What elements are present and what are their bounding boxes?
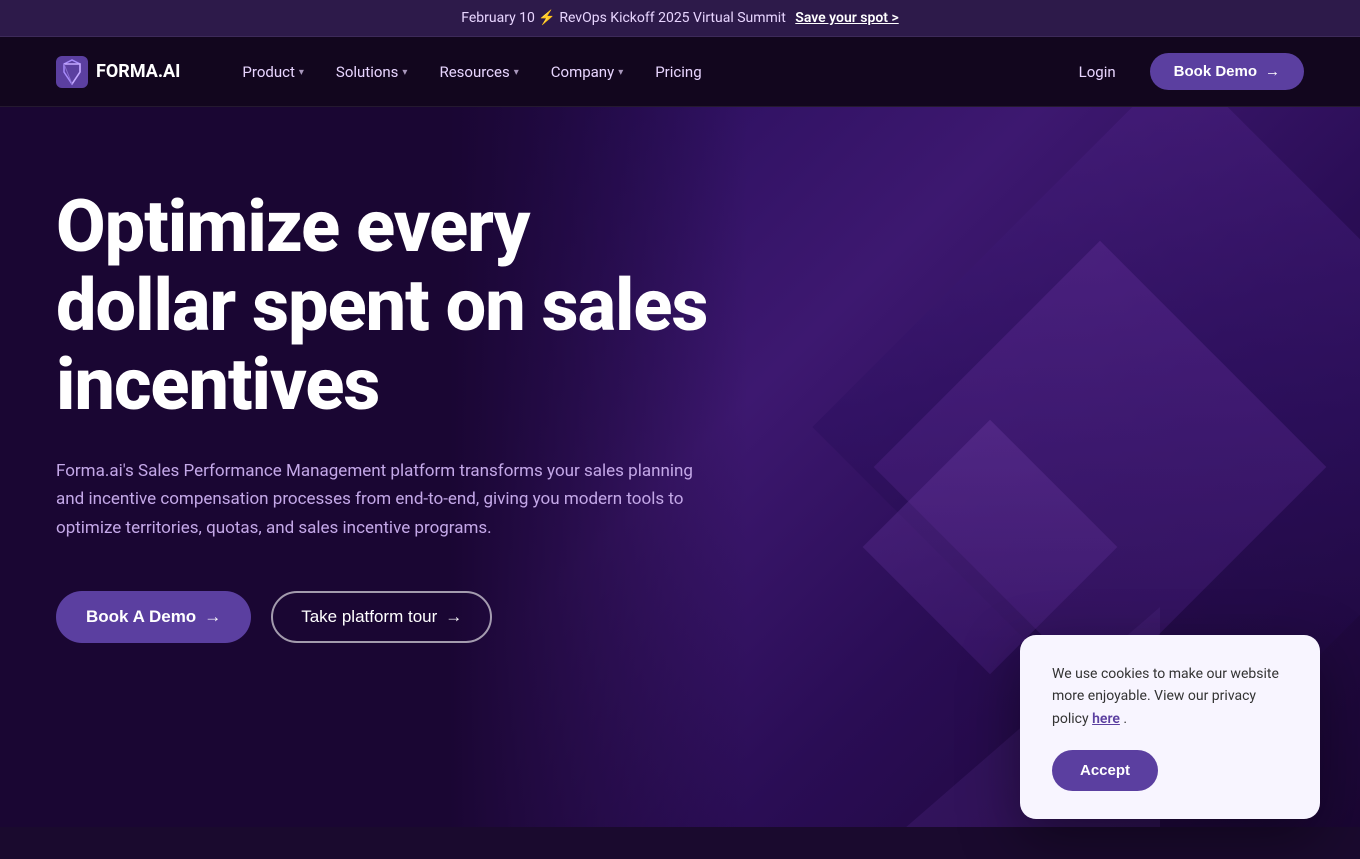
book-a-demo-button[interactable]: Book A Demo → <box>56 591 251 643</box>
login-button[interactable]: Login <box>1065 55 1130 89</box>
hero-subtitle: Forma.ai's Sales Performance Management … <box>56 457 696 544</box>
cookie-accept-button[interactable]: Accept <box>1052 750 1158 791</box>
chevron-down-icon: ▾ <box>514 67 519 78</box>
navbar: FORMA.AI Product ▾ Solutions ▾ Resources… <box>0 37 1360 107</box>
nav-item-pricing[interactable]: Pricing <box>641 55 715 89</box>
nav-item-product[interactable]: Product ▾ <box>228 55 317 89</box>
hero-buttons: Book A Demo → Take platform tour → <box>56 591 724 643</box>
logo[interactable]: FORMA.AI <box>56 56 180 88</box>
banner-cta[interactable]: Save your spot > <box>795 10 898 26</box>
logo-icon <box>56 56 88 88</box>
platform-tour-button[interactable]: Take platform tour → <box>271 591 492 643</box>
nav-item-solutions[interactable]: Solutions ▾ <box>322 55 422 89</box>
nav-links: Product ▾ Solutions ▾ Resources ▾ Compan… <box>228 55 1064 89</box>
book-demo-button[interactable]: Book Demo → <box>1150 53 1304 90</box>
lightning-icon: ⚡ <box>538 10 555 26</box>
cookie-text: We use cookies to make our website more … <box>1052 663 1288 730</box>
arrow-icon: → <box>1265 63 1280 80</box>
nav-item-resources[interactable]: Resources ▾ <box>425 55 532 89</box>
chevron-down-icon: ▾ <box>299 67 304 78</box>
arrow-icon: → <box>204 607 221 627</box>
cookie-banner: We use cookies to make our website more … <box>1020 635 1320 819</box>
cookie-policy-link[interactable]: here <box>1092 711 1120 727</box>
hero-content: Optimize every dollar spent on sales inc… <box>0 187 780 643</box>
chevron-down-icon: ▾ <box>618 67 623 78</box>
hero-title: Optimize every dollar spent on sales inc… <box>56 187 724 425</box>
top-banner: February 10 ⚡ RevOps Kickoff 2025 Virtua… <box>0 0 1360 37</box>
nav-right: Login Book Demo → <box>1065 53 1304 90</box>
nav-item-company[interactable]: Company ▾ <box>537 55 637 89</box>
shape-diamond-medium <box>874 241 1327 694</box>
banner-event: RevOps Kickoff 2025 Virtual Summit <box>559 10 785 26</box>
arrow-icon: → <box>445 607 462 627</box>
logo-text: FORMA.AI <box>96 61 180 82</box>
banner-date: February 10 <box>461 10 535 26</box>
chevron-down-icon: ▾ <box>402 67 407 78</box>
